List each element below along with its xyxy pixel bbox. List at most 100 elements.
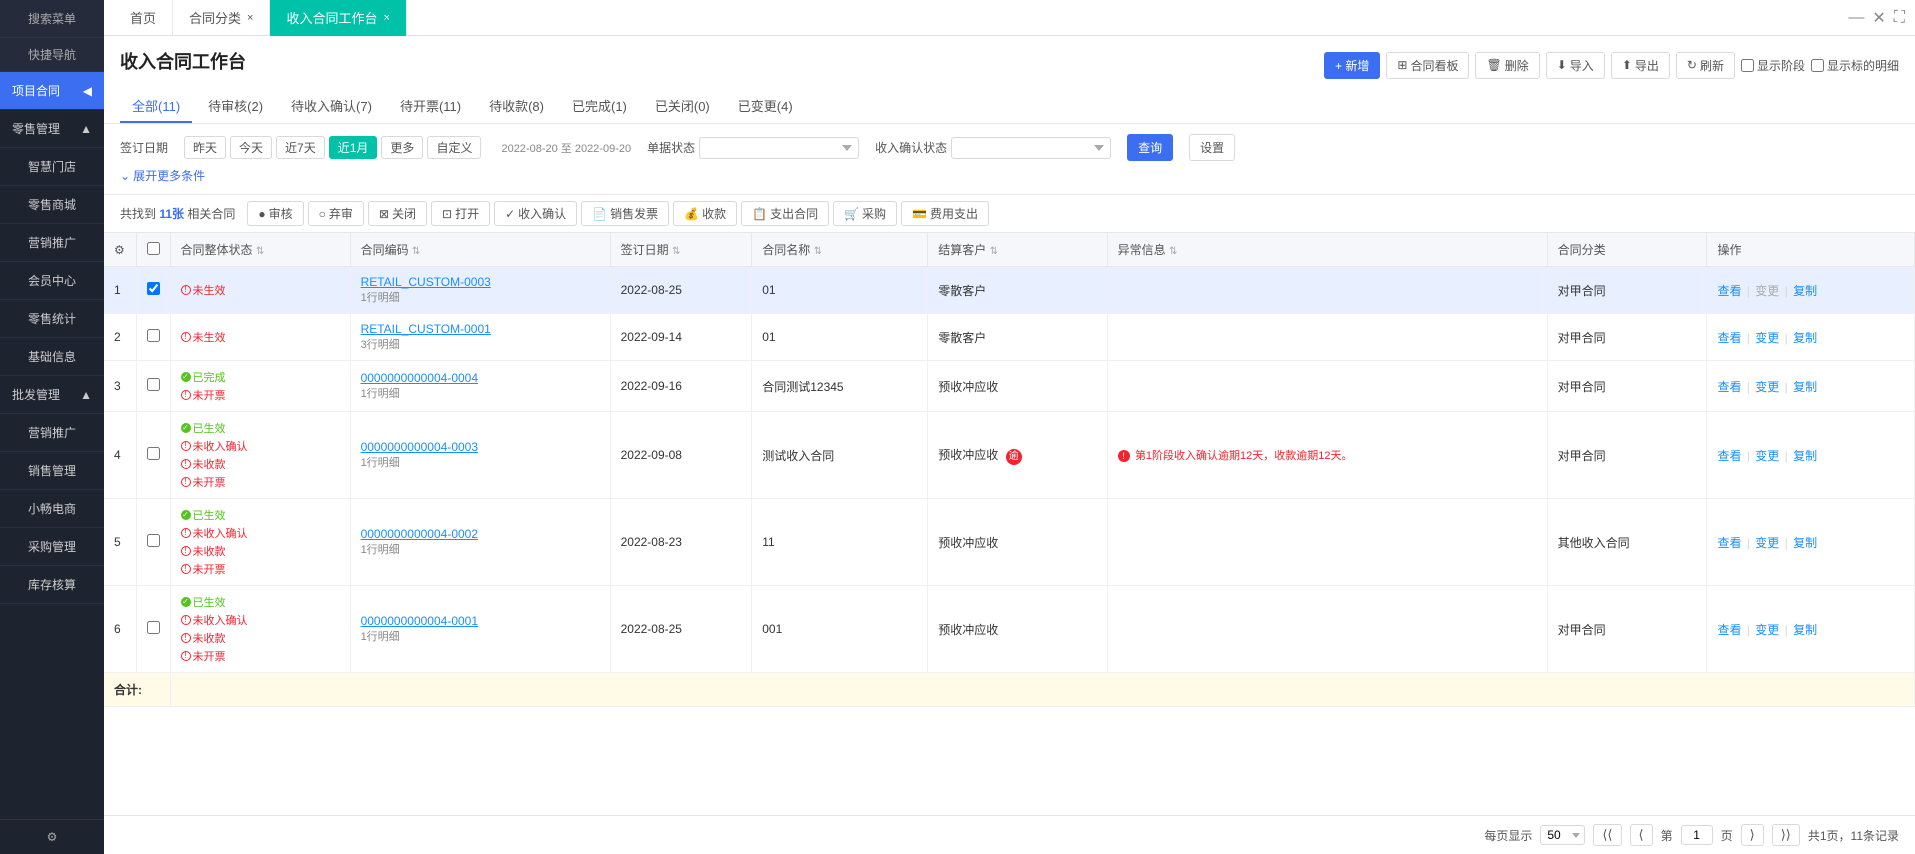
sidebar-item-marketing2[interactable]: 营销推广	[0, 414, 104, 452]
sidebar-item-project[interactable]: 项目合同 ◀	[0, 72, 104, 110]
page-prev-btn[interactable]: ⟨	[1630, 824, 1653, 846]
toolbar-expense-btn[interactable]: 💳 费用支出	[901, 201, 989, 226]
tab-income-workbench[interactable]: 收入合同工作台 ×	[270, 0, 406, 36]
doc-status-select[interactable]	[699, 137, 859, 159]
sidebar-settings[interactable]: ⚙	[0, 819, 104, 854]
date-btn-custom[interactable]: 自定义	[427, 136, 481, 159]
filter-tab-all[interactable]: 全部(11)	[120, 90, 192, 123]
sidebar-item-marketing[interactable]: 营销推广	[0, 224, 104, 262]
delete-button[interactable]: 🗑 删除	[1475, 52, 1539, 79]
copy-btn[interactable]: 复制	[1793, 380, 1817, 394]
filter-settings-button[interactable]: 设置	[1189, 134, 1235, 161]
filter-tab-pending-income-confirm[interactable]: 待收入确认(7)	[279, 90, 384, 123]
view-btn[interactable]: 查看	[1717, 284, 1741, 298]
filter-tab-closed[interactable]: 已关闭(0)	[643, 90, 722, 123]
sidebar-search[interactable]: 搜索菜单	[0, 0, 104, 38]
contract-code-link[interactable]: 0000000000004-0002	[361, 527, 600, 541]
toolbar-open-btn[interactable]: ⊡ 打开	[431, 201, 490, 226]
page-input[interactable]	[1681, 825, 1713, 845]
view-btn[interactable]: 查看	[1717, 380, 1741, 394]
toolbar-income-confirm-btn[interactable]: ✓ 收入确认	[494, 201, 577, 226]
tab-contract-category[interactable]: 合同分类 ×	[173, 0, 270, 36]
date-btn-1month[interactable]: 近1月	[329, 136, 378, 159]
toolbar-expense-contract-btn[interactable]: 📋 支出合同	[741, 201, 829, 226]
select-all-checkbox[interactable]	[147, 242, 160, 255]
copy-btn[interactable]: 复制	[1793, 331, 1817, 345]
sidebar-item-base-info[interactable]: 基础信息	[0, 338, 104, 376]
row-checkbox[interactable]	[147, 534, 160, 547]
sidebar-item-retail-mall[interactable]: 零售商城	[0, 186, 104, 224]
row-checkbox[interactable]	[147, 378, 160, 391]
sidebar-item-purchase[interactable]: 采购管理	[0, 528, 104, 566]
filter-tab-changed[interactable]: 已变更(4)	[726, 90, 805, 123]
date-btn-7days[interactable]: 近7天	[276, 136, 325, 159]
page-next-btn[interactable]: ⟩	[1741, 824, 1764, 846]
page-first-btn[interactable]: ⟨⟨	[1593, 824, 1621, 846]
sidebar-item-xiaochangec[interactable]: 小畅电商	[0, 490, 104, 528]
filter-tab-pending-collection[interactable]: 待收款(8)	[477, 90, 556, 123]
expand-more-btn[interactable]: ⌄ 展开更多条件	[120, 167, 1899, 184]
sidebar-item-retail-mgmt[interactable]: 零售管理 ▲	[0, 110, 104, 148]
contract-code-link[interactable]: 0000000000004-0001	[361, 614, 600, 628]
window-close-icon[interactable]: ✕	[1872, 8, 1885, 28]
view-btn[interactable]: 查看	[1717, 623, 1741, 637]
date-btn-more[interactable]: 更多	[381, 136, 423, 159]
per-page-select[interactable]: 50 100 200	[1540, 825, 1585, 845]
toolbar-close-btn[interactable]: ⊠ 关闭	[368, 201, 427, 226]
row-checkbox[interactable]	[147, 621, 160, 634]
row-checkbox[interactable]	[147, 282, 160, 295]
status-badge-no-invoice3: ! 未开票	[181, 561, 340, 577]
toolbar-review-btn[interactable]: ● 审核	[247, 201, 303, 226]
filter-tab-completed[interactable]: 已完成(1)	[560, 90, 639, 123]
show-segments-checkbox[interactable]: 显示阶段	[1741, 57, 1805, 74]
toolbar-abandon-review-btn[interactable]: ○ 弃审	[308, 201, 364, 226]
sidebar-item-sales-mgmt[interactable]: 销售管理	[0, 452, 104, 490]
edit-btn[interactable]: 变更	[1755, 284, 1779, 298]
copy-btn[interactable]: 复制	[1793, 623, 1817, 637]
edit-btn[interactable]: 变更	[1755, 331, 1779, 345]
toolbar-sales-invoice-btn[interactable]: 📄 销售发票	[581, 201, 669, 226]
date-btn-yesterday[interactable]: 昨天	[184, 136, 226, 159]
filter-tab-pending-review[interactable]: 待审核(2)	[196, 90, 275, 123]
contract-code-link[interactable]: 0000000000004-0004	[361, 371, 600, 385]
sidebar-nav[interactable]: 快捷导航	[0, 38, 104, 72]
new-button[interactable]: + 新增	[1324, 52, 1380, 79]
copy-btn[interactable]: 复制	[1793, 449, 1817, 463]
edit-btn[interactable]: 变更	[1755, 449, 1779, 463]
refresh-button[interactable]: ↻ 刷新	[1676, 52, 1735, 79]
sidebar-item-retail-stats[interactable]: 零售统计	[0, 300, 104, 338]
window-expand-icon[interactable]: ⛶	[1894, 9, 1905, 27]
date-btn-today[interactable]: 今天	[230, 136, 272, 159]
sidebar-item-smart-store[interactable]: 智慧门店	[0, 148, 104, 186]
view-btn[interactable]: 查看	[1717, 449, 1741, 463]
toolbar-purchase-btn[interactable]: 🛒 采购	[833, 201, 897, 226]
contract-code-link[interactable]: 0000000000004-0003	[361, 440, 600, 454]
query-button[interactable]: 查询	[1127, 134, 1173, 161]
sidebar-item-inventory[interactable]: 库存核算	[0, 566, 104, 604]
tab-home[interactable]: 首页	[114, 0, 173, 36]
contract-code-link[interactable]: RETAIL_CUSTOM-0003	[361, 275, 600, 289]
sidebar-item-wholesale[interactable]: 批发管理 ▲	[0, 376, 104, 414]
contract-code-link[interactable]: RETAIL_CUSTOM-0001	[361, 322, 600, 336]
show-details-checkbox[interactable]: 显示标的明细	[1811, 57, 1899, 74]
page-last-btn[interactable]: ⟩⟩	[1772, 824, 1800, 846]
kanban-button[interactable]: ⊞ 合同看板	[1386, 52, 1469, 79]
edit-btn[interactable]: 变更	[1755, 380, 1779, 394]
window-minimize-icon[interactable]: —	[1848, 9, 1864, 27]
income-confirm-select[interactable]	[951, 137, 1111, 159]
row-checkbox[interactable]	[147, 447, 160, 460]
import-button[interactable]: ⬇ 导入	[1546, 52, 1605, 79]
row-checkbox[interactable]	[147, 329, 160, 342]
toolbar-collection-btn[interactable]: 💰 收款	[673, 201, 737, 226]
view-btn[interactable]: 查看	[1717, 536, 1741, 550]
copy-btn[interactable]: 复制	[1793, 284, 1817, 298]
tab-close-income-workbench[interactable]: ×	[383, 12, 389, 24]
view-btn[interactable]: 查看	[1717, 331, 1741, 345]
edit-btn[interactable]: 变更	[1755, 623, 1779, 637]
edit-btn[interactable]: 变更	[1755, 536, 1779, 550]
tab-close-contract-category[interactable]: ×	[247, 12, 253, 24]
export-button[interactable]: ⬆ 导出	[1611, 52, 1670, 79]
copy-btn[interactable]: 复制	[1793, 536, 1817, 550]
sidebar-item-member[interactable]: 会员中心	[0, 262, 104, 300]
filter-tab-pending-invoice[interactable]: 待开票(11)	[388, 90, 473, 123]
